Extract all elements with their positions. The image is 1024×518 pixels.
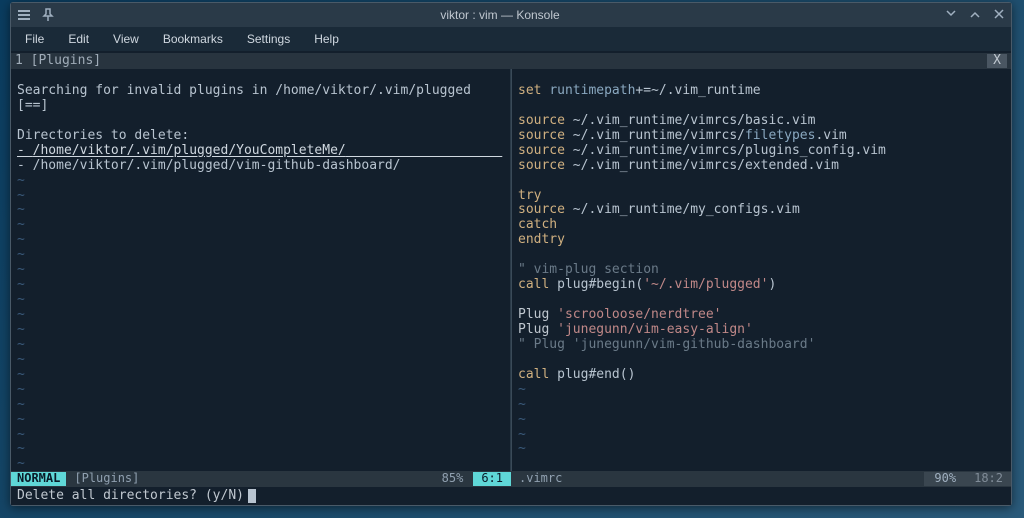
menu-edit[interactable]: Edit [68, 32, 89, 46]
tilde-line: ~ [17, 322, 25, 337]
tilde-line: ~ [17, 247, 25, 262]
status-position-left: 6:1 [473, 472, 511, 486]
tilde-line: ~ [17, 232, 25, 247]
left-cursor-line: - /home/viktor/.vim/plugged/YouCompleteM… [17, 143, 502, 158]
tilde-line: ~ [17, 397, 25, 412]
tilde-line: ~ [17, 292, 25, 307]
right-line: try [518, 188, 541, 203]
tab-close-icon[interactable]: X [987, 54, 1007, 69]
tilde-line: ~ [17, 277, 25, 292]
tilde-line: ~ [518, 397, 526, 412]
tilde-line: ~ [518, 412, 526, 427]
right-line: source ~/.vim_runtime/vimrcs/basic.vim [518, 113, 815, 128]
right-line: call plug#begin('~/.vim/plugged') [518, 277, 776, 292]
terminal-area[interactable]: 1 [Plugins] X Searching for invalid plug… [11, 51, 1011, 505]
menu-help[interactable]: Help [314, 32, 339, 46]
menu-file[interactable]: File [25, 32, 44, 46]
tilde-line: ~ [17, 382, 25, 397]
menu-settings[interactable]: Settings [247, 32, 290, 46]
status-file-left: [Plugins] [66, 472, 431, 486]
tilde-line: ~ [518, 382, 526, 397]
right-line: Plug 'scrooloose/nerdtree' [518, 307, 722, 322]
right-line: " vim-plug section [518, 262, 659, 277]
menu-bookmarks[interactable]: Bookmarks [163, 32, 223, 46]
status-percent-left: 85% [432, 472, 474, 486]
tilde-line: ~ [518, 441, 526, 456]
vim-statusline: NORMAL [Plugins] 85% 6:1 .vimrc 90% 18:2 [11, 471, 1011, 487]
left-line: [==] [17, 98, 48, 113]
status-file-right: .vimrc [511, 472, 924, 486]
app-menu-icon[interactable] [17, 8, 31, 22]
left-pane[interactable]: Searching for invalid plugins in /home/v… [11, 69, 511, 471]
tilde-line: ~ [518, 427, 526, 442]
tilde-line: ~ [17, 202, 25, 217]
vim-cmdline[interactable]: Delete all directories? (y/N) [11, 487, 1011, 505]
tilde-line: ~ [17, 188, 25, 203]
mode-indicator: NORMAL [11, 472, 66, 486]
right-line: set runtimepath+=~/.vim_runtime [518, 83, 761, 98]
titlebar[interactable]: viktor : vim — Konsole [11, 3, 1011, 27]
status-position-right: 18:2 [966, 472, 1011, 486]
window-title: viktor : vim — Konsole [55, 8, 945, 22]
left-line: Directories to delete: [17, 128, 189, 143]
status-left-pane: NORMAL [Plugins] 85% 6:1 [11, 471, 511, 487]
minimize-button[interactable] [945, 8, 957, 23]
vim-split-panes: Searching for invalid plugins in /home/v… [11, 69, 1011, 471]
tilde-line: ~ [17, 307, 25, 322]
konsole-window: viktor : vim — Konsole File Edit View Bo… [10, 2, 1012, 506]
tilde-line: ~ [17, 217, 25, 232]
right-line: endtry [518, 232, 565, 247]
cmdline-text: Delete all directories? (y/N) [17, 489, 244, 504]
status-percent-right: 90% [924, 472, 966, 486]
tab-label[interactable]: 1 [Plugins] [15, 54, 987, 69]
right-line: source ~/.vim_runtime/my_configs.vim [518, 202, 800, 217]
menu-view[interactable]: View [113, 32, 139, 46]
tilde-line: ~ [17, 427, 25, 442]
right-pane[interactable]: set runtimepath+=~/.vim_runtime source ~… [512, 69, 1011, 471]
right-line: source ~/.vim_runtime/vimrcs/plugins_con… [518, 143, 886, 158]
menubar: File Edit View Bookmarks Settings Help [11, 27, 1011, 51]
maximize-button[interactable] [969, 8, 981, 23]
tilde-line: ~ [17, 367, 25, 382]
tilde-line: ~ [17, 173, 25, 188]
close-button[interactable] [993, 8, 1005, 23]
status-right-pane: .vimrc 90% 18:2 [511, 471, 1011, 487]
right-line: " Plug 'junegunn/vim-github-dashboard' [518, 337, 815, 352]
cursor-icon [248, 489, 256, 503]
vim-tabline: 1 [Plugins] X [11, 53, 1011, 69]
tilde-line: ~ [17, 456, 25, 471]
right-line: call plug#end() [518, 367, 635, 382]
right-line: catch [518, 217, 557, 232]
left-line: Searching for invalid plugins in /home/v… [17, 83, 471, 98]
tilde-line: ~ [17, 352, 25, 367]
left-line: - /home/viktor/.vim/plugged/vim-github-d… [17, 158, 401, 173]
right-line: source ~/.vim_runtime/vimrcs/filetypes.v… [518, 128, 847, 143]
tilde-line: ~ [17, 337, 25, 352]
tilde-line: ~ [17, 441, 25, 456]
pin-icon[interactable] [41, 8, 55, 22]
tilde-line: ~ [17, 412, 25, 427]
right-line: source ~/.vim_runtime/vimrcs/extended.vi… [518, 158, 839, 173]
right-line: Plug 'junegunn/vim-easy-align' [518, 322, 753, 337]
tilde-line: ~ [17, 262, 25, 277]
